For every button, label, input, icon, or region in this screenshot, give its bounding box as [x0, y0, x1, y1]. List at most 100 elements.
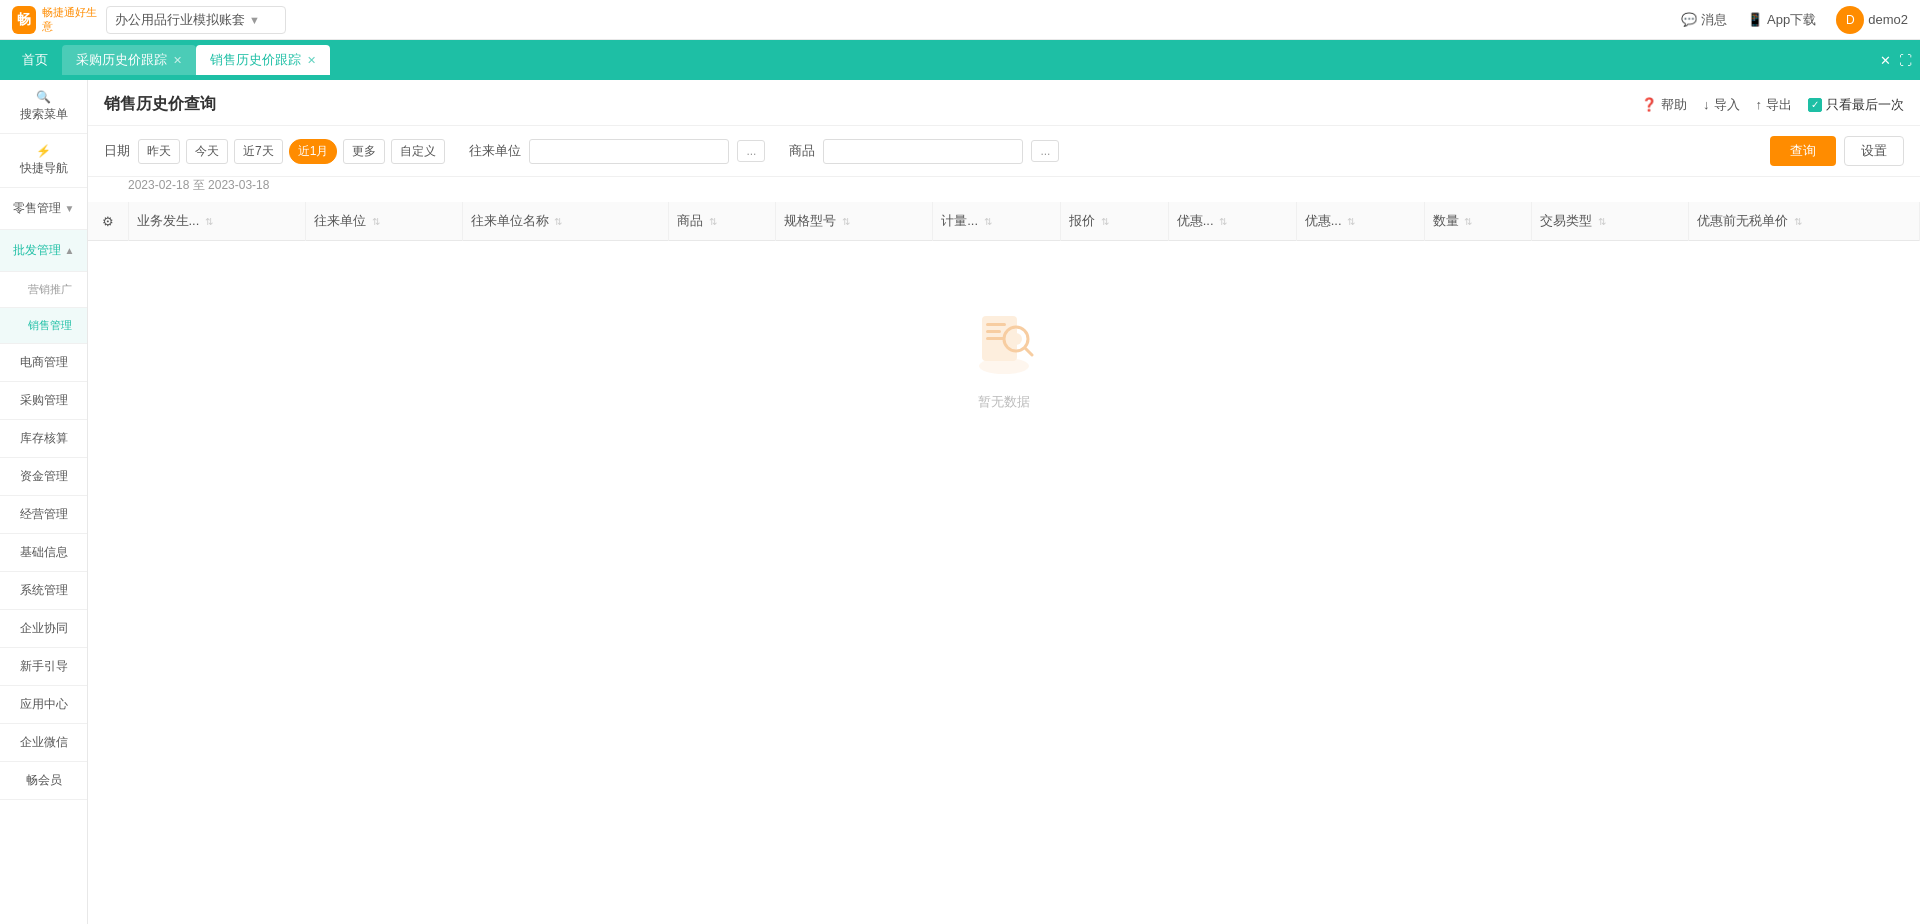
date-btn-more[interactable]: 更多	[343, 139, 385, 164]
table-col-settings[interactable]: ⚙	[88, 202, 128, 241]
table-col-discount1[interactable]: 优惠... ⇅	[1168, 202, 1296, 241]
message-button[interactable]: 💬 消息	[1681, 11, 1727, 29]
sidebar-item-system[interactable]: 系统管理	[0, 572, 87, 610]
tab-purchase-history-label: 采购历史价跟踪	[76, 51, 167, 69]
date-filter-label: 日期	[104, 142, 130, 160]
product-input[interactable]	[823, 139, 1023, 164]
sidebar-item-enterprise[interactable]: 企业协同	[0, 610, 87, 648]
table-col-partner-name[interactable]: 往来单位名称 ⇅	[462, 202, 668, 241]
table-col-partner-code[interactable]: 往来单位 ⇅	[305, 202, 462, 241]
sort-icon: ⇅	[205, 216, 213, 227]
sidebar-item-purchase[interactable]: 采购管理	[0, 382, 87, 420]
app-selector[interactable]: 办公用品行业模拟账套 ▼	[106, 6, 286, 34]
table-col-trade-type[interactable]: 交易类型 ⇅	[1532, 202, 1689, 241]
table-col-quote-price-label: 报价	[1069, 213, 1095, 228]
sidebar-item-inventory[interactable]: 库存核算	[0, 420, 87, 458]
tab-bar: 首页 采购历史价跟踪 ✕ 销售历史价跟踪 ✕ ✕ ⛶	[0, 40, 1920, 80]
help-icon: ❓	[1641, 97, 1657, 112]
sidebar-item-member[interactable]: 畅会员	[0, 762, 87, 800]
shortcut-icon: ⚡	[36, 144, 51, 158]
user-name: demo2	[1868, 12, 1908, 27]
table-col-quantity-label: 数量	[1433, 213, 1459, 228]
sidebar-item-ecommerce[interactable]: 电商管理	[0, 344, 87, 382]
sidebar-item-shortcut[interactable]: ⚡ 快捷导航	[0, 134, 87, 188]
top-right-actions: 💬 消息 📱 App下载 D demo2	[1681, 6, 1908, 34]
date-btn-custom[interactable]: 自定义	[391, 139, 445, 164]
import-button[interactable]: ↓ 导入	[1703, 96, 1740, 114]
app-download-label: App下载	[1767, 11, 1816, 29]
svg-rect-3	[986, 330, 1001, 333]
date-btn-today[interactable]: 今天	[186, 139, 228, 164]
user-profile[interactable]: D demo2	[1836, 6, 1908, 34]
partner-input[interactable]	[529, 139, 729, 164]
product-filter-group: 商品 ...	[789, 139, 1059, 164]
sort-icon: ⇅	[984, 216, 992, 227]
close-all-icon[interactable]: ✕	[1880, 53, 1891, 68]
export-button[interactable]: ↑ 导出	[1756, 96, 1793, 114]
content-area: 销售历史价查询 ❓ 帮助 ↓ 导入 ↑ 导出 ✓	[88, 80, 1920, 924]
sidebar-item-marketing-label: 营销推广	[28, 282, 72, 297]
date-btn-1month[interactable]: 近1月	[289, 139, 338, 164]
settings-button[interactable]: 设置	[1844, 136, 1904, 166]
product-ellipsis-button[interactable]: ...	[1031, 140, 1059, 162]
date-range-display: 2023-02-18 至 2023-03-18	[128, 177, 269, 194]
product-filter-label: 商品	[789, 142, 815, 160]
tab-purchase-history[interactable]: 采购历史价跟踪 ✕	[62, 45, 196, 75]
app-download-button[interactable]: 📱 App下载	[1747, 11, 1816, 29]
table-col-spec[interactable]: 规格型号 ⇅	[776, 202, 933, 241]
download-icon: 📱	[1747, 12, 1763, 27]
table-col-biz-date[interactable]: 业务发生... ⇅	[128, 202, 305, 241]
sort-icon: ⇅	[372, 216, 380, 227]
tab-bar-right: ✕ ⛶	[1880, 53, 1912, 68]
maximize-icon[interactable]: ⛶	[1899, 53, 1912, 68]
sidebar-item-operations[interactable]: 经营管理	[0, 496, 87, 534]
help-button[interactable]: ❓ 帮助	[1641, 96, 1687, 114]
table-col-unit[interactable]: 计量... ⇅	[933, 202, 1061, 241]
date-btn-yesterday[interactable]: 昨天	[138, 139, 180, 164]
chevron-down-icon: ▼	[249, 14, 260, 26]
sidebar-item-sales-mgmt[interactable]: 销售管理	[0, 308, 87, 344]
sidebar-item-wholesale-label: 批发管理	[13, 242, 61, 259]
date-btn-7days[interactable]: 近7天	[234, 139, 283, 164]
sidebar-item-operations-label: 经营管理	[20, 506, 68, 523]
tab-sales-history-close-icon[interactable]: ✕	[307, 54, 316, 67]
sort-icon: ⇅	[1219, 216, 1227, 227]
table-col-unit-label: 计量...	[941, 213, 978, 228]
table-col-biz-date-label: 业务发生...	[137, 213, 200, 228]
tab-home[interactable]: 首页	[8, 45, 62, 75]
sidebar-item-basic-info[interactable]: 基础信息	[0, 534, 87, 572]
tab-sales-history[interactable]: 销售历史价跟踪 ✕	[196, 45, 330, 75]
tab-purchase-history-close-icon[interactable]: ✕	[173, 54, 182, 67]
sidebar-item-corp-wechat[interactable]: 企业微信	[0, 724, 87, 762]
sidebar-item-search-label: 搜索菜单	[20, 106, 68, 123]
sidebar-item-newbie[interactable]: 新手引导	[0, 648, 87, 686]
sidebar-item-sales-mgmt-label: 销售管理	[28, 318, 72, 333]
only-last-checkbox-label[interactable]: ✓ 只看最后一次	[1808, 96, 1904, 114]
search-button[interactable]: 查询	[1770, 136, 1836, 166]
partner-filter-group: 往来单位 ...	[469, 139, 765, 164]
table-col-product[interactable]: 商品 ⇅	[668, 202, 775, 241]
table-col-quote-price[interactable]: 报价 ⇅	[1061, 202, 1168, 241]
sort-icon: ⇅	[1347, 216, 1355, 227]
sidebar-item-corp-wechat-label: 企业微信	[20, 734, 68, 751]
page-header: 销售历史价查询 ❓ 帮助 ↓ 导入 ↑ 导出 ✓	[88, 80, 1920, 126]
message-icon: 💬	[1681, 12, 1697, 27]
sort-icon: ⇅	[842, 216, 850, 227]
sidebar-item-wholesale[interactable]: 批发管理 ▲	[0, 230, 87, 272]
empty-state: 暂无数据	[88, 241, 1920, 471]
export-label: 导出	[1766, 96, 1792, 114]
partner-ellipsis-button[interactable]: ...	[737, 140, 765, 162]
sidebar-item-marketing[interactable]: 营销推广	[0, 272, 87, 308]
table-col-quantity[interactable]: 数量 ⇅	[1424, 202, 1531, 241]
sidebar-item-finance[interactable]: 资金管理	[0, 458, 87, 496]
table-col-pretax-price[interactable]: 优惠前无税单价 ⇅	[1689, 202, 1920, 241]
only-last-checkbox[interactable]: ✓	[1808, 98, 1822, 112]
sidebar-item-search[interactable]: 🔍 搜索菜单	[0, 80, 87, 134]
table-col-discount2[interactable]: 优惠... ⇅	[1296, 202, 1424, 241]
logo-icon: 畅	[12, 6, 36, 34]
sidebar-item-retail[interactable]: 零售管理 ▼	[0, 188, 87, 230]
message-label: 消息	[1701, 11, 1727, 29]
sidebar-item-inventory-label: 库存核算	[20, 430, 68, 447]
sidebar-item-app-center[interactable]: 应用中心	[0, 686, 87, 724]
tab-home-label: 首页	[22, 51, 48, 69]
